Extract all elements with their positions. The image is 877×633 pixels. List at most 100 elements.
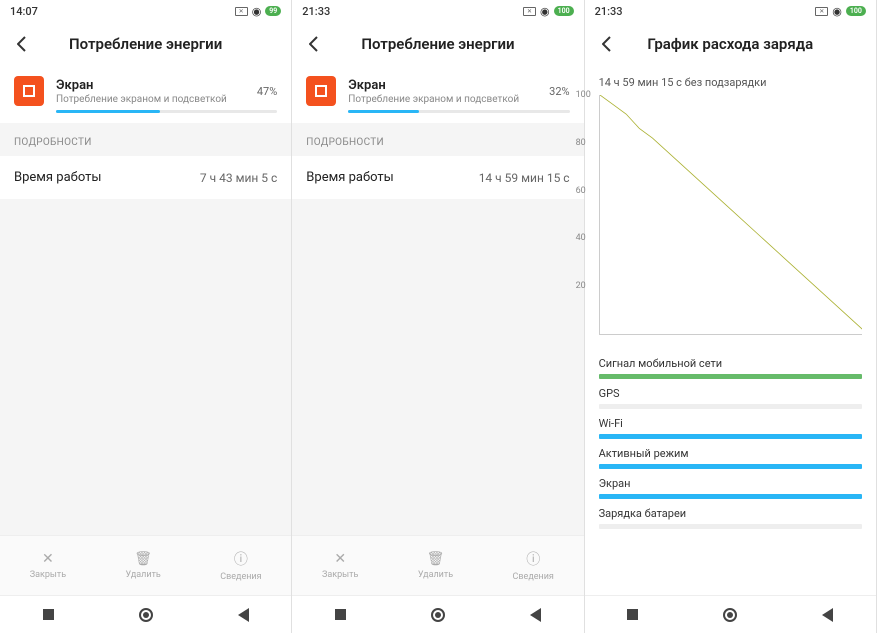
toolbar-delete[interactable]: 🗑Удалить: [418, 551, 453, 580]
timeline-bar: [599, 434, 862, 439]
status-icons: ✕ ◉ 100: [815, 5, 866, 18]
app-percent: 47%: [257, 85, 277, 98]
status-icons: ✕ ◉ 100: [523, 5, 574, 18]
nav-home[interactable]: [139, 608, 153, 622]
back-button[interactable]: [300, 30, 328, 58]
section-label: ПОДРОБНОСТИ: [0, 123, 291, 156]
toolbar-info[interactable]: ⓘСведения: [220, 549, 261, 582]
toolbar-info[interactable]: ⓘСведения: [513, 549, 554, 582]
toolbar-close[interactable]: ✕Закрыть: [322, 551, 358, 580]
timeline-section: Сигнал мобильной сети GPS Wi-Fi Активный ре…: [585, 345, 876, 539]
nav-back[interactable]: [530, 608, 541, 622]
screen-icon: [14, 76, 44, 106]
app-name: Экран: [56, 78, 257, 93]
detail-label: Время работы: [306, 170, 393, 185]
app-subtitle: Потребление экраном и подсветкой: [56, 94, 257, 105]
nav-bar: [0, 595, 291, 633]
nav-recents[interactable]: [335, 609, 346, 620]
timeline-label: Зарядка батареи: [599, 507, 862, 520]
app-row[interactable]: Экран Потребление экраном и подсветкой 3…: [292, 66, 583, 106]
close-icon: ✕: [334, 551, 346, 567]
app-info: Экран Потребление экраном и подсветкой: [348, 78, 549, 105]
app-bar: [0, 106, 291, 123]
phone-pane-2: 21:33 ✕ ◉ 100 График расхода заряда 14 ч…: [585, 0, 877, 633]
y-tick: 80: [576, 138, 586, 148]
timeline-label: Сигнал мобильной сети: [599, 357, 862, 370]
nav-back[interactable]: [822, 608, 833, 622]
header: Потребление энергии: [292, 22, 583, 66]
nav-home[interactable]: [723, 608, 737, 622]
status-bar: 21:33 ✕ ◉ 100: [585, 0, 876, 22]
sim-icon: ✕: [523, 7, 536, 16]
timeline-row[interactable]: GPS: [599, 387, 862, 409]
wifi-icon: ◉: [540, 5, 550, 18]
timeline-row[interactable]: Активный режим: [599, 447, 862, 469]
nav-home[interactable]: [431, 608, 445, 622]
app-row[interactable]: Экран Потребление экраном и подсветкой 4…: [0, 66, 291, 106]
status-time: 14:07: [10, 5, 38, 18]
sim-icon: ✕: [815, 7, 828, 16]
header: Потребление энергии: [0, 22, 291, 66]
close-icon: ✕: [42, 551, 54, 567]
page-title: Потребление энергии: [328, 35, 547, 53]
wifi-icon: ◉: [832, 5, 842, 18]
bottom-toolbar: ✕Закрыть 🗑Удалить ⓘСведения: [0, 535, 291, 595]
sim-icon: ✕: [235, 7, 248, 16]
timeline-row[interactable]: Зарядка батареи: [599, 507, 862, 529]
y-tick: 20: [576, 281, 586, 291]
content: Экран Потребление экраном и подсветкой 4…: [0, 66, 291, 595]
section-label: ПОДРОБНОСТИ: [292, 123, 583, 156]
phone-pane-0: 14:07 ✕ ◉ 99 Потребление энергии Экран П…: [0, 0, 292, 633]
battery-icon: 100: [554, 6, 574, 16]
timeline-row[interactable]: Сигнал мобильной сети: [599, 357, 862, 379]
app-info: Экран Потребление экраном и подсветкой: [56, 78, 257, 105]
app-bar: [292, 106, 583, 123]
page-title: Потребление энергии: [36, 35, 255, 53]
nav-back[interactable]: [238, 608, 249, 622]
toolbar-close[interactable]: ✕Закрыть: [30, 551, 66, 580]
detail-value: 14 ч 59 мин 15 с: [479, 171, 570, 185]
nav-bar: [585, 595, 876, 633]
back-button[interactable]: [8, 30, 36, 58]
timeline-label: GPS: [599, 387, 862, 400]
y-tick: 100: [576, 90, 591, 100]
toolbar-delete[interactable]: 🗑Удалить: [126, 551, 161, 580]
battery-icon: 99: [265, 6, 281, 16]
content: Экран Потребление экраном и подсветкой 3…: [292, 66, 583, 595]
app-percent: 32%: [549, 85, 569, 98]
back-button[interactable]: [593, 30, 621, 58]
trash-icon: 🗑: [427, 551, 445, 567]
chart-meta: 14 ч 59 мин 15 с без подзарядки: [585, 66, 876, 95]
timeline-label: Wi-Fi: [599, 417, 862, 430]
info-icon: ⓘ: [526, 549, 540, 569]
timeline-row[interactable]: Экран: [599, 477, 862, 499]
status-icons: ✕ ◉ 99: [235, 5, 282, 18]
battery-icon: 100: [846, 6, 866, 16]
status-time: 21:33: [595, 5, 623, 18]
nav-recents[interactable]: [627, 609, 638, 620]
timeline-row[interactable]: Wi-Fi: [599, 417, 862, 439]
timeline-bar: [599, 404, 862, 409]
y-tick: 60: [576, 186, 586, 196]
trash-icon: 🗑: [134, 551, 152, 567]
wifi-icon: ◉: [252, 5, 262, 18]
timeline-bar: [599, 494, 862, 499]
detail-row: Время работы 14 ч 59 мин 15 с: [292, 156, 583, 199]
nav-bar: [292, 595, 583, 633]
status-bar: 14:07 ✕ ◉ 99: [0, 0, 291, 22]
content: 14 ч 59 мин 15 с без подзарядки 10080604…: [585, 66, 876, 595]
status-time: 21:33: [302, 5, 330, 18]
detail-value: 7 ч 43 мин 5 с: [200, 171, 277, 185]
y-tick: 40: [576, 233, 586, 243]
timeline-bar: [599, 464, 862, 469]
detail-label: Время работы: [14, 170, 101, 185]
screen-icon: [306, 76, 336, 106]
timeline-bar: [599, 374, 862, 379]
status-bar: 21:33 ✕ ◉ 100: [292, 0, 583, 22]
battery-chart[interactable]: 10080604020: [585, 95, 876, 345]
timeline-label: Экран: [599, 477, 862, 490]
nav-recents[interactable]: [43, 609, 54, 620]
timeline-bar: [599, 524, 862, 529]
timeline-label: Активный режим: [599, 447, 862, 460]
bottom-toolbar: ✕Закрыть 🗑Удалить ⓘСведения: [292, 535, 583, 595]
